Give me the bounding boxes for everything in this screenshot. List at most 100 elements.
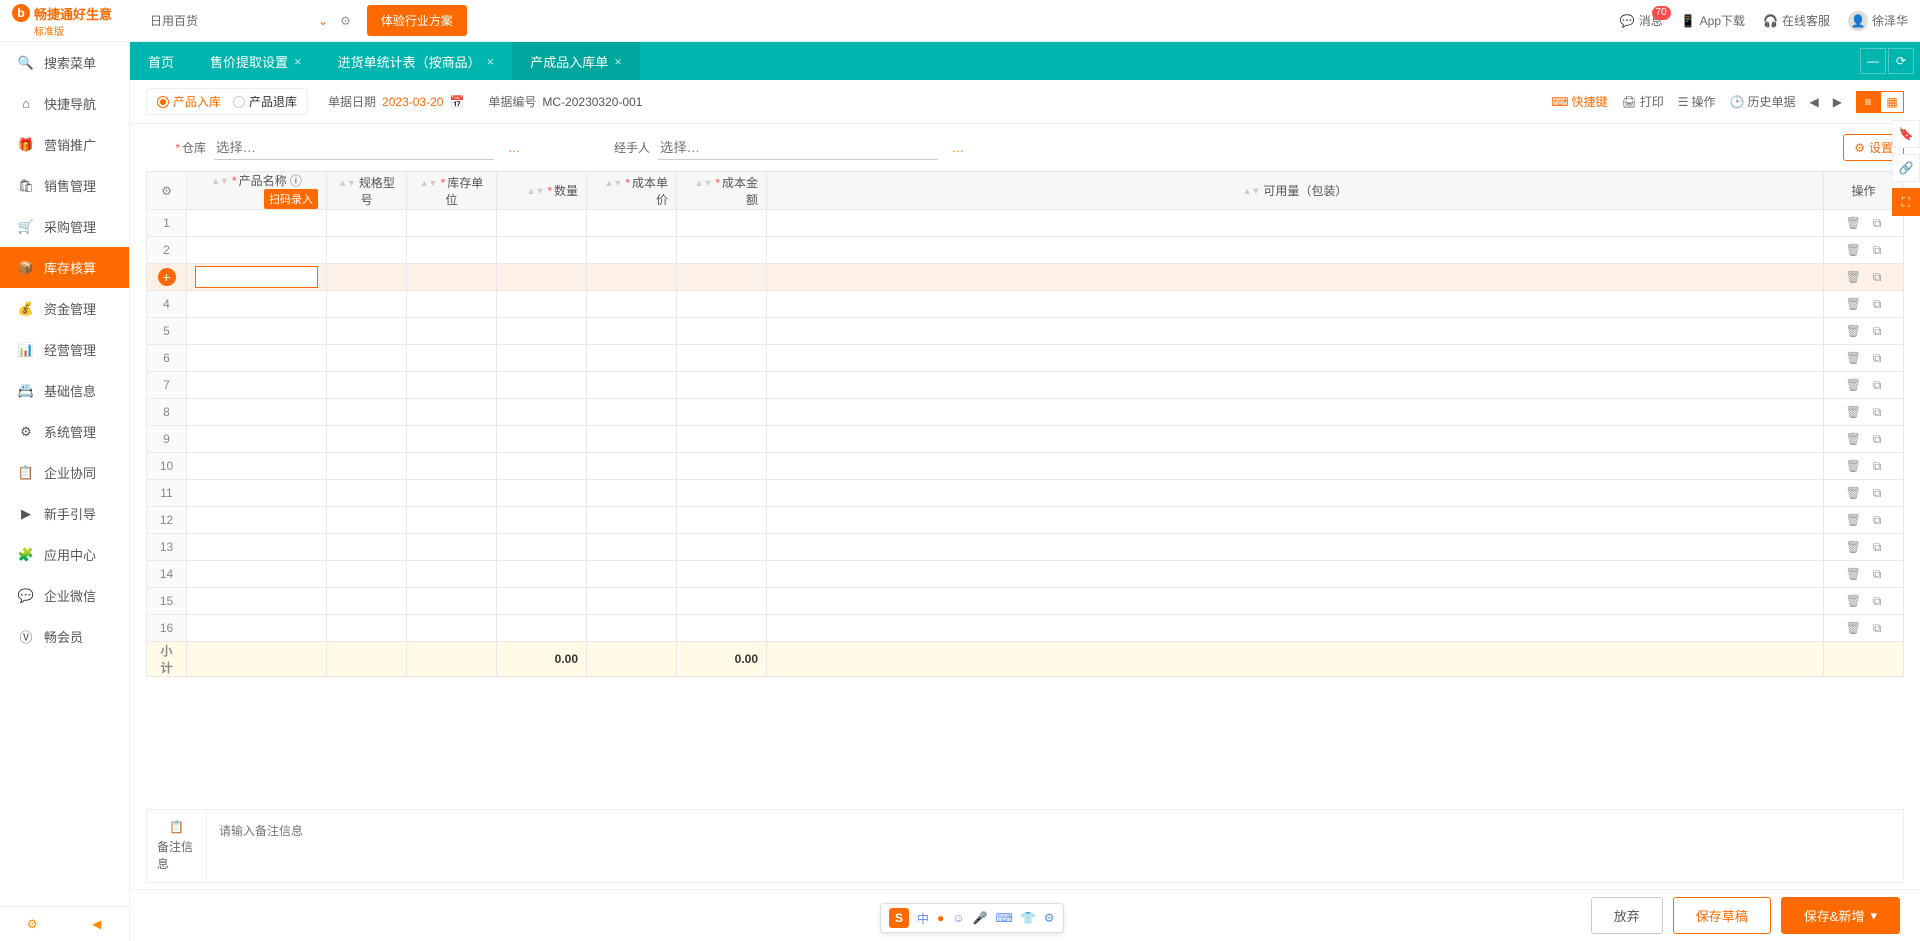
cell-unit[interactable]	[407, 264, 497, 291]
delete-row-icon[interactable]: 🗑	[1846, 324, 1861, 339]
cell-unit[interactable]	[407, 372, 497, 399]
cell-price[interactable]	[587, 291, 677, 318]
cell-qty[interactable]	[497, 426, 587, 453]
remark-input[interactable]	[207, 810, 1903, 882]
cell-product[interactable]	[187, 399, 327, 426]
cell-qty[interactable]	[497, 561, 587, 588]
cell-spec[interactable]	[327, 210, 407, 237]
delete-row-icon[interactable]: 🗑	[1846, 405, 1861, 420]
cell-price[interactable]	[587, 318, 677, 345]
copy-row-icon[interactable]: ⧉	[1873, 513, 1882, 528]
sidebar-collapse-icon[interactable]: ◀	[65, 907, 130, 941]
cell-amount[interactable]	[677, 480, 767, 507]
copy-row-icon[interactable]: ⧉	[1873, 486, 1882, 501]
cell-qty[interactable]	[497, 345, 587, 372]
tab[interactable]: 首页	[130, 42, 192, 80]
warehouse-more-icon[interactable]: …	[508, 141, 520, 155]
scan-button[interactable]: 扫码录入	[264, 189, 318, 209]
delete-row-icon[interactable]: 🗑	[1846, 594, 1861, 609]
table-row[interactable]: 4 🗑⧉	[147, 291, 1904, 318]
sidebar-item[interactable]: 💬企业微信	[0, 575, 129, 616]
cell-product[interactable]	[187, 291, 327, 318]
cell-unit[interactable]	[407, 588, 497, 615]
cell-qty[interactable]	[497, 588, 587, 615]
view-list-icon[interactable]: ≡	[1856, 91, 1880, 113]
sidebar-item[interactable]: 📊经营管理	[0, 329, 129, 370]
cell-price[interactable]	[587, 480, 677, 507]
cell-amount[interactable]	[677, 588, 767, 615]
copy-row-icon[interactable]: ⧉	[1873, 567, 1882, 582]
cell-unit[interactable]	[407, 291, 497, 318]
table-row[interactable]: 9 🗑⧉	[147, 426, 1904, 453]
cell-unit[interactable]	[407, 426, 497, 453]
delete-row-icon[interactable]: 🗑	[1846, 351, 1861, 366]
sidebar-item[interactable]: 🛍销售管理	[0, 165, 129, 206]
sidebar-item[interactable]: ⌂快捷导航	[0, 83, 129, 124]
cell-amount[interactable]	[677, 318, 767, 345]
operate-button[interactable]: ☰ 操作	[1678, 93, 1716, 110]
cell-amount[interactable]	[677, 372, 767, 399]
cell-product[interactable]	[187, 588, 327, 615]
prev-doc-button[interactable]: ◀	[1810, 95, 1819, 109]
cell-product[interactable]	[187, 507, 327, 534]
history-button[interactable]: 🕑 历史单据	[1730, 93, 1796, 110]
sidebar-item[interactable]: Ⓥ畅会员	[0, 616, 129, 657]
cell-product[interactable]	[187, 615, 327, 642]
cell-amount[interactable]	[677, 237, 767, 264]
copy-row-icon[interactable]: ⧉	[1873, 216, 1882, 231]
cell-unit[interactable]	[407, 237, 497, 264]
cell-spec[interactable]	[327, 264, 407, 291]
cell-product[interactable]	[187, 264, 327, 291]
col-product[interactable]: ▲▼*产品名称 ⓘ 扫码录入	[187, 172, 327, 210]
category-select[interactable]: 日用百货 ⌄	[150, 12, 328, 29]
copy-row-icon[interactable]: ⧉	[1873, 324, 1882, 339]
add-row-icon[interactable]: +	[158, 268, 176, 286]
sidebar-settings-icon[interactable]: ⚙	[0, 907, 65, 941]
col-qty[interactable]: ▲▼*数量	[497, 172, 587, 210]
col-unit[interactable]: ▲▼*库存单位	[407, 172, 497, 210]
cell-product[interactable]	[187, 210, 327, 237]
cell-unit[interactable]	[407, 480, 497, 507]
close-icon[interactable]: ×	[614, 54, 622, 69]
tab[interactable]: 进货单统计表（按商品）×	[320, 42, 513, 80]
cell-amount[interactable]	[677, 210, 767, 237]
cell-spec[interactable]	[327, 399, 407, 426]
tab-minimize-button[interactable]: —	[1860, 48, 1886, 74]
cell-price[interactable]	[587, 507, 677, 534]
copy-row-icon[interactable]: ⧉	[1873, 405, 1882, 420]
cell-unit[interactable]	[407, 561, 497, 588]
cell-price[interactable]	[587, 264, 677, 291]
cell-price[interactable]	[587, 561, 677, 588]
cell-product[interactable]	[187, 453, 327, 480]
delete-row-icon[interactable]: 🗑	[1846, 513, 1861, 528]
cell-qty[interactable]	[497, 210, 587, 237]
table-row[interactable]: 7 🗑⧉	[147, 372, 1904, 399]
cell-price[interactable]	[587, 615, 677, 642]
next-doc-button[interactable]: ▶	[1833, 95, 1842, 109]
cell-qty[interactable]	[497, 453, 587, 480]
cell-price[interactable]	[587, 534, 677, 561]
cell-amount[interactable]	[677, 399, 767, 426]
doc-date-value[interactable]: 2023-03-20	[382, 95, 443, 109]
cell-price[interactable]	[587, 345, 677, 372]
cell-unit[interactable]	[407, 399, 497, 426]
cell-product[interactable]	[187, 561, 327, 588]
table-row[interactable]: 12 🗑⧉	[147, 507, 1904, 534]
cell-spec[interactable]	[327, 507, 407, 534]
cell-qty[interactable]	[497, 372, 587, 399]
table-row[interactable]: 6 🗑⧉	[147, 345, 1904, 372]
cell-qty[interactable]	[497, 615, 587, 642]
cell-unit[interactable]	[407, 210, 497, 237]
cell-spec[interactable]	[327, 561, 407, 588]
sidebar-item[interactable]: 📋企业协同	[0, 452, 129, 493]
cell-price[interactable]	[587, 399, 677, 426]
view-card-icon[interactable]: ▦	[1880, 91, 1904, 113]
delete-row-icon[interactable]: 🗑	[1846, 270, 1861, 285]
cell-qty[interactable]	[497, 264, 587, 291]
delete-row-icon[interactable]: 🗑	[1846, 432, 1861, 447]
copy-row-icon[interactable]: ⧉	[1873, 621, 1882, 636]
experience-button[interactable]: 体验行业方案	[367, 5, 467, 36]
copy-row-icon[interactable]: ⧉	[1873, 351, 1882, 366]
radio-inbound[interactable]: 产品入库	[157, 93, 221, 110]
cell-product[interactable]	[187, 372, 327, 399]
